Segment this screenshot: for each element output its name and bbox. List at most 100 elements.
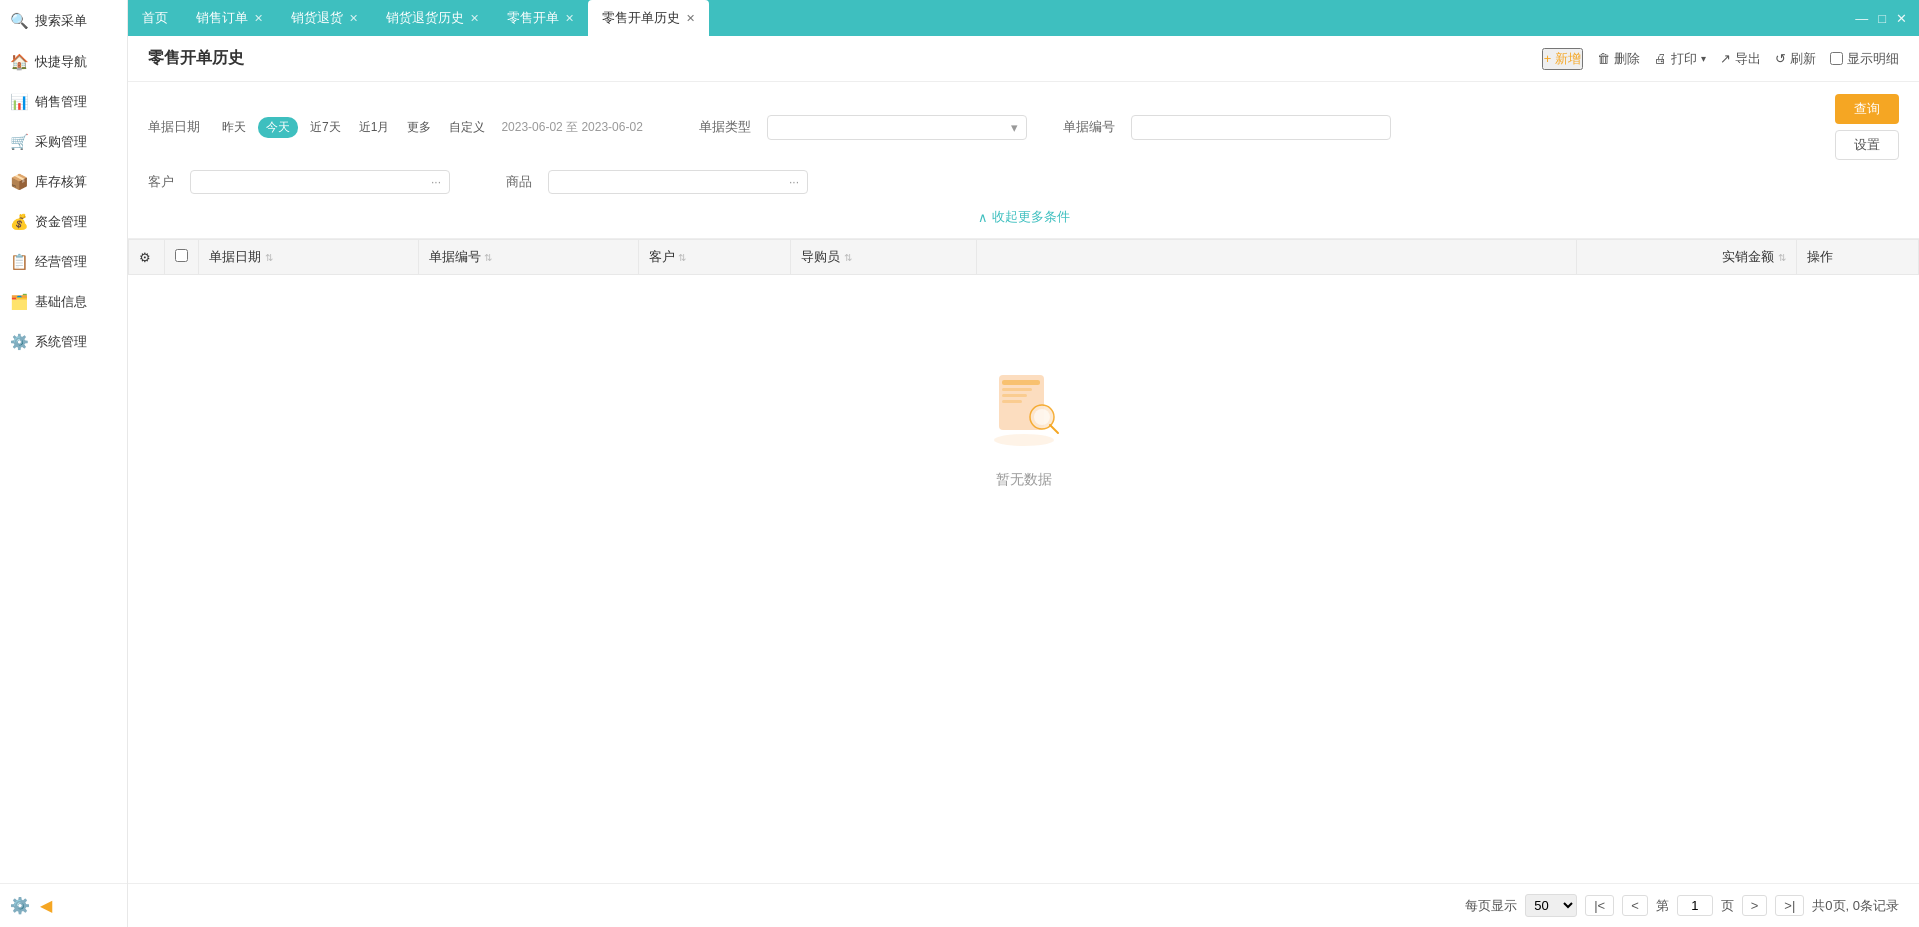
- print-button[interactable]: 🖨 打印 ▾: [1654, 50, 1706, 68]
- show-detail-checkbox-area[interactable]: 显示明细: [1830, 50, 1899, 68]
- th-customer[interactable]: 客户 ⇅: [638, 240, 790, 275]
- sort-amount-icon: ⇅: [1778, 252, 1786, 263]
- window-controls: — □ ✕: [1843, 11, 1919, 26]
- page-actions: + 新增 🗑 删除 🖨 打印 ▾ ↗ 导出 ↺ 刷新: [1542, 48, 1899, 70]
- customer-label: 客户: [148, 173, 174, 191]
- maximize-btn[interactable]: □: [1878, 11, 1886, 26]
- sidebar-item-inventory[interactable]: 📦 库存核算: [0, 162, 127, 202]
- customer-dots[interactable]: ···: [431, 175, 441, 189]
- prev-page-btn[interactable]: <: [1622, 895, 1648, 916]
- tab-home-label: 首页: [142, 9, 168, 27]
- th-no[interactable]: 单据编号 ⇅: [418, 240, 638, 275]
- page-title: 零售开单历史: [148, 48, 244, 69]
- goods-dots[interactable]: ···: [789, 175, 799, 189]
- date-btn-yesterday[interactable]: 昨天: [216, 117, 252, 138]
- date-btn-more[interactable]: 更多: [401, 117, 437, 138]
- svg-line-8: [1050, 425, 1058, 433]
- svg-rect-3: [1002, 388, 1032, 391]
- date-shortcuts: 昨天 今天 近7天 近1月 更多 自定义 2023-06-02 至 2023-0…: [216, 117, 643, 138]
- collapse-bar[interactable]: ∧ 收起更多条件: [148, 204, 1899, 230]
- tab-sales-order-close[interactable]: ✕: [254, 12, 263, 25]
- tab-retail-open-close[interactable]: ✕: [565, 12, 574, 25]
- base-info-icon: 🗂️: [10, 293, 29, 311]
- sidebar-item-base-info[interactable]: 🗂️ 基础信息: [0, 282, 127, 322]
- sidebar-item-label: 库存核算: [35, 173, 87, 191]
- date-btn-1month[interactable]: 近1月: [353, 117, 396, 138]
- tab-sales-order-label: 销售订单: [196, 9, 248, 27]
- tab-retail-open-history[interactable]: 零售开单历史 ✕: [588, 0, 709, 36]
- date-btn-7days[interactable]: 近7天: [304, 117, 347, 138]
- minimize-btn[interactable]: —: [1855, 11, 1868, 26]
- customer-select[interactable]: ···: [190, 170, 450, 194]
- th-guide[interactable]: 导购员 ⇅: [790, 240, 976, 275]
- collapse-sidebar-icon[interactable]: ◀: [40, 896, 52, 915]
- sidebar-item-sales-mgmt[interactable]: 📊 销售管理: [0, 82, 127, 122]
- tab-home[interactable]: 首页: [128, 0, 182, 36]
- th-spacer: [977, 240, 1577, 275]
- query-button[interactable]: 查询: [1835, 94, 1899, 124]
- close-btn[interactable]: ✕: [1896, 11, 1907, 26]
- sidebar-item-label: 资金管理: [35, 213, 87, 231]
- goods-select[interactable]: ···: [548, 170, 808, 194]
- date-btn-custom[interactable]: 自定义: [443, 117, 491, 138]
- first-page-btn[interactable]: |<: [1585, 895, 1614, 916]
- th-checkbox[interactable]: [165, 240, 199, 275]
- tab-sales-return-history-close[interactable]: ✕: [470, 12, 479, 25]
- page-number-input[interactable]: [1677, 895, 1713, 916]
- filter-row-1: 单据日期 昨天 今天 近7天 近1月 更多 自定义 2023-06-02 至 2…: [148, 94, 1899, 160]
- purchase-icon: 🛒: [10, 133, 29, 151]
- sidebar-item-label: 快捷导航: [35, 53, 87, 71]
- last-page-btn[interactable]: >|: [1775, 895, 1804, 916]
- page-label-suffix: 页: [1721, 897, 1734, 915]
- content-body: 零售开单历史 + 新增 🗑 删除 🖨 打印 ▾ ↗ 导出: [128, 36, 1919, 927]
- doc-type-select[interactable]: ▾: [767, 115, 1027, 140]
- next-page-btn[interactable]: >: [1742, 895, 1768, 916]
- settings-gear-icon[interactable]: ⚙: [139, 250, 151, 265]
- th-amount[interactable]: 实销金额 ⇅: [1577, 240, 1797, 275]
- date-range-display: 2023-06-02 至 2023-06-02: [501, 119, 642, 136]
- sidebar-search[interactable]: 🔍 搜索采单: [0, 0, 127, 42]
- collapse-chevron-icon: ∧: [978, 210, 988, 225]
- show-detail-label: 显示明细: [1847, 50, 1899, 68]
- date-btn-today[interactable]: 今天: [258, 117, 298, 138]
- filter-row-2: 客户 ··· 商品 ···: [148, 170, 1899, 194]
- sort-guide-icon: ⇅: [844, 252, 852, 263]
- show-detail-checkbox[interactable]: [1830, 52, 1843, 65]
- new-button[interactable]: + 新增: [1542, 48, 1583, 70]
- sidebar-item-operations[interactable]: 📋 经营管理: [0, 242, 127, 282]
- select-all-checkbox[interactable]: [175, 249, 188, 262]
- svg-point-7: [1034, 409, 1050, 425]
- tab-sales-return[interactable]: 销货退货 ✕: [277, 0, 372, 36]
- doc-no-input[interactable]: [1131, 115, 1391, 140]
- filter-settings-button[interactable]: 设置: [1835, 130, 1899, 160]
- th-customer-label: 客户: [649, 249, 675, 264]
- delete-button[interactable]: 🗑 删除: [1597, 50, 1640, 68]
- sidebar-item-label: 经营管理: [35, 253, 87, 271]
- sidebar-item-system-mgmt[interactable]: ⚙️ 系统管理: [0, 322, 127, 362]
- sidebar-item-quick-nav[interactable]: 🏠 快捷导航: [0, 42, 127, 82]
- sidebar-search-label: 搜索采单: [35, 12, 87, 30]
- sidebar-item-label: 系统管理: [35, 333, 87, 351]
- th-action-label: 操作: [1807, 249, 1833, 264]
- finance-icon: 💰: [10, 213, 29, 231]
- refresh-button[interactable]: ↺ 刷新: [1775, 50, 1816, 68]
- date-label: 单据日期: [148, 118, 200, 136]
- sidebar-item-label: 基础信息: [35, 293, 87, 311]
- page-header: 零售开单历史 + 新增 🗑 删除 🖨 打印 ▾ ↗ 导出: [128, 36, 1919, 82]
- th-date[interactable]: 单据日期 ⇅: [199, 240, 419, 275]
- sidebar-bottom: ⚙️ ◀: [0, 883, 127, 927]
- page-size-label: 每页显示: [1465, 897, 1517, 915]
- tab-retail-open-history-label: 零售开单历史: [602, 9, 680, 27]
- th-settings[interactable]: ⚙: [129, 240, 165, 275]
- sidebar-item-finance[interactable]: 💰 资金管理: [0, 202, 127, 242]
- export-button[interactable]: ↗ 导出: [1720, 50, 1761, 68]
- tab-sales-order[interactable]: 销售订单 ✕: [182, 0, 277, 36]
- tab-retail-open[interactable]: 零售开单 ✕: [493, 0, 588, 36]
- tab-sales-return-close[interactable]: ✕: [349, 12, 358, 25]
- settings-bottom-icon[interactable]: ⚙️: [10, 896, 30, 915]
- th-date-label: 单据日期: [209, 249, 261, 264]
- page-size-select[interactable]: 50 10 20 100: [1525, 894, 1577, 917]
- sidebar-item-purchase-mgmt[interactable]: 🛒 采购管理: [0, 122, 127, 162]
- tab-sales-return-history[interactable]: 销货退货历史 ✕: [372, 0, 493, 36]
- tab-retail-open-history-close[interactable]: ✕: [686, 12, 695, 25]
